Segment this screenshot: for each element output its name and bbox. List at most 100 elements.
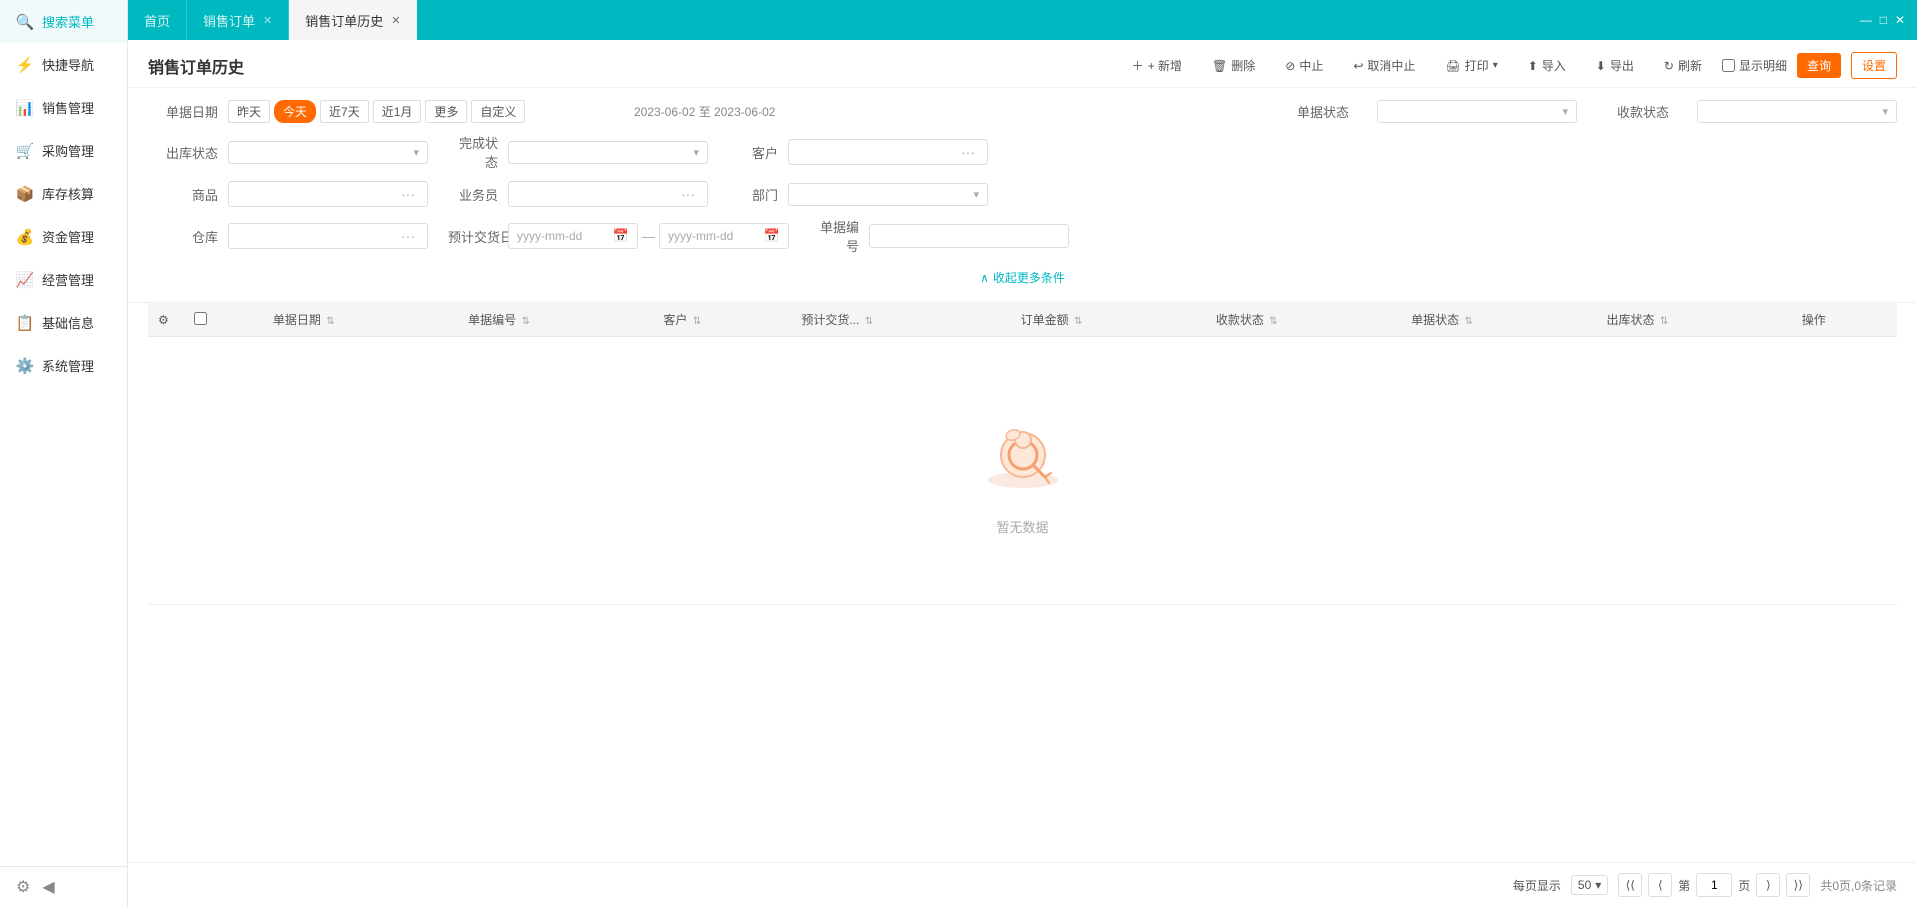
import-button[interactable]: ⬆ 导入 (1518, 53, 1576, 78)
query-button[interactable]: 查询 (1797, 53, 1841, 78)
sidebar-item-operations[interactable]: 📈 经营管理 (0, 258, 127, 301)
th-customer[interactable]: 客户 ⇅ (653, 303, 791, 337)
expected-date-from-value: yyyy-mm-dd (517, 229, 613, 243)
payment-status-select[interactable]: ▾ (1697, 100, 1897, 123)
sidebar-item-purchase[interactable]: 🛒 采购管理 (0, 129, 127, 172)
date-separator: — (642, 229, 655, 244)
date-range-text: 2023-06-02 至 2023-06-02 (634, 105, 775, 119)
import-label: 导入 (1542, 57, 1566, 74)
stop-button[interactable]: ⊘ 中止 (1275, 53, 1333, 78)
window-maximize-icon[interactable]: □ (1880, 13, 1887, 27)
new-button[interactable]: ＋ + 新增 (1122, 53, 1192, 78)
sidebar-item-finance[interactable]: 💰 资金管理 (0, 215, 127, 258)
calendar-to-icon[interactable]: 📅 (764, 228, 780, 244)
table-section: ⚙ 单据日期 ⇅ 单据编号 ⇅ (128, 303, 1917, 862)
expected-date-to-value: yyyy-mm-dd (668, 229, 764, 243)
sidebar-item-search[interactable]: 🔍 搜索菜单 (0, 0, 127, 43)
date-7days[interactable]: 近7天 (320, 100, 369, 123)
date-field: 昨天 今天 近7天 近1月 更多 自定义 (228, 100, 628, 123)
total-info: 共0页,0条记录 (1820, 877, 1897, 894)
filter-row-1: 单据日期 昨天 今天 近7天 近1月 更多 自定义 2023-06-02 至 2… (148, 100, 1897, 123)
expected-date-from[interactable]: yyyy-mm-dd 📅 (508, 223, 638, 249)
display-detail-label: 显示明细 (1722, 57, 1787, 74)
empty-row: 暂无数据 (148, 337, 1897, 605)
tab-sales-order-label: 销售订单 (203, 11, 255, 30)
expected-date-to[interactable]: yyyy-mm-dd 📅 (659, 223, 789, 249)
th-amount[interactable]: 订单金额 ⇅ (1011, 303, 1206, 337)
date-custom[interactable]: 自定义 (471, 100, 525, 123)
sidebar-item-quicknav[interactable]: ⚡ 快捷导航 (0, 43, 127, 86)
system-icon: ⚙️ (16, 357, 34, 375)
refresh-button[interactable]: ↻ 刷新 (1654, 53, 1712, 78)
sidebar-item-basicinfo[interactable]: 📋 基础信息 (0, 301, 127, 344)
window-minimize-icon[interactable]: — (1860, 13, 1872, 27)
order-number-input[interactable] (869, 224, 1069, 248)
basicinfo-icon: 📋 (16, 314, 34, 332)
outbound-status-select[interactable]: ▾ (228, 141, 428, 164)
export-button[interactable]: ⬇ 导出 (1586, 53, 1644, 78)
new-icon: ＋ (1132, 57, 1144, 74)
product-field[interactable]: ··· (228, 181, 428, 207)
th-number[interactable]: 单据编号 ⇅ (458, 303, 653, 337)
sidebar-item-inventory[interactable]: 📦 库存核算 (0, 172, 127, 215)
tab-sales-order-history-close[interactable]: ✕ (391, 14, 400, 27)
delete-button[interactable]: 🗑 删除 (1202, 53, 1265, 78)
collapse-row[interactable]: ∧ 收起更多条件 (148, 265, 1897, 290)
tab-sales-order[interactable]: 销售订单 ✕ (187, 0, 289, 40)
warehouse-field[interactable]: ··· (228, 223, 428, 249)
next-page-button[interactable]: ⟩ (1756, 873, 1780, 897)
complete-caret: ▾ (693, 146, 699, 159)
date-yesterday[interactable]: 昨天 (228, 100, 270, 123)
collapse-up-icon: ∧ (980, 271, 989, 285)
salesperson-ellipsis[interactable]: ··· (677, 186, 699, 202)
department-caret: ▾ (973, 188, 979, 201)
tab-sales-order-close[interactable]: ✕ (263, 14, 272, 27)
th-checkbox[interactable] (184, 303, 263, 337)
department-select[interactable]: ▾ (788, 183, 988, 206)
sidebar-item-sales[interactable]: 📊 销售管理 (0, 86, 127, 129)
sidebar-item-system[interactable]: ⚙️ 系统管理 (0, 344, 127, 387)
order-status-select[interactable]: ▾ (1377, 100, 1577, 123)
tab-sales-order-history[interactable]: 销售订单历史 ✕ (289, 0, 417, 40)
customer-field[interactable]: ··· (788, 139, 988, 165)
product-ellipsis[interactable]: ··· (397, 186, 419, 202)
th-date[interactable]: 单据日期 ⇅ (263, 303, 458, 337)
th-expected-date[interactable]: 预计交货... ⇅ (791, 303, 1010, 337)
complete-status-select[interactable]: ▾ (508, 141, 708, 164)
customer-ellipsis[interactable]: ··· (957, 144, 979, 160)
empty-icon (973, 405, 1073, 505)
page-number-input[interactable] (1696, 873, 1732, 897)
th-payment-status[interactable]: 收款状态 ⇅ (1206, 303, 1401, 337)
outbound-caret: ▾ (413, 146, 419, 159)
settings-bottom-icon[interactable]: ⚙ (16, 877, 30, 897)
prev-page-button[interactable]: ⟨ (1648, 873, 1672, 897)
th-outbound-status[interactable]: 出库状态 ⇅ (1596, 303, 1791, 337)
tab-bar: 首页 销售订单 ✕ 销售订单历史 ✕ — □ ✕ (128, 0, 1917, 40)
salesperson-field[interactable]: ··· (508, 181, 708, 207)
sort-amount-icon: ⇅ (1074, 316, 1082, 327)
first-page-button[interactable]: ⟨⟨ (1618, 873, 1642, 897)
print-button[interactable]: 🖨 打印 ▾ (1435, 53, 1507, 78)
th-settings[interactable]: ⚙ (148, 303, 184, 337)
date-more[interactable]: 更多 (425, 100, 467, 123)
calendar-from-icon[interactable]: 📅 (613, 228, 629, 244)
collapse-sidebar-icon[interactable]: ◀ (42, 877, 54, 897)
settings-gear-icon[interactable]: ⚙ (158, 313, 169, 327)
warehouse-ellipsis[interactable]: ··· (397, 228, 419, 244)
department-label: 部门 (708, 185, 788, 204)
last-page-button[interactable]: ⟩⟩ (1786, 873, 1810, 897)
page-size-select[interactable]: 50 ▾ (1571, 875, 1608, 895)
th-order-status[interactable]: 单据状态 ⇅ (1401, 303, 1596, 337)
sort-payment-icon: ⇅ (1269, 316, 1277, 327)
select-all-checkbox[interactable] (194, 312, 207, 325)
date-1month[interactable]: 近1月 (373, 100, 422, 123)
window-close-icon[interactable]: ✕ (1895, 13, 1905, 27)
settings-button[interactable]: 设置 (1851, 52, 1897, 79)
th-actions-label: 操作 (1802, 313, 1826, 327)
tab-home[interactable]: 首页 (128, 0, 187, 40)
tab-home-label: 首页 (144, 11, 170, 30)
product-label: 商品 (148, 185, 228, 204)
date-today[interactable]: 今天 (274, 100, 316, 123)
cancel-stop-button[interactable]: ↩ 取消中止 (1343, 53, 1425, 78)
display-detail-checkbox[interactable] (1722, 59, 1735, 72)
